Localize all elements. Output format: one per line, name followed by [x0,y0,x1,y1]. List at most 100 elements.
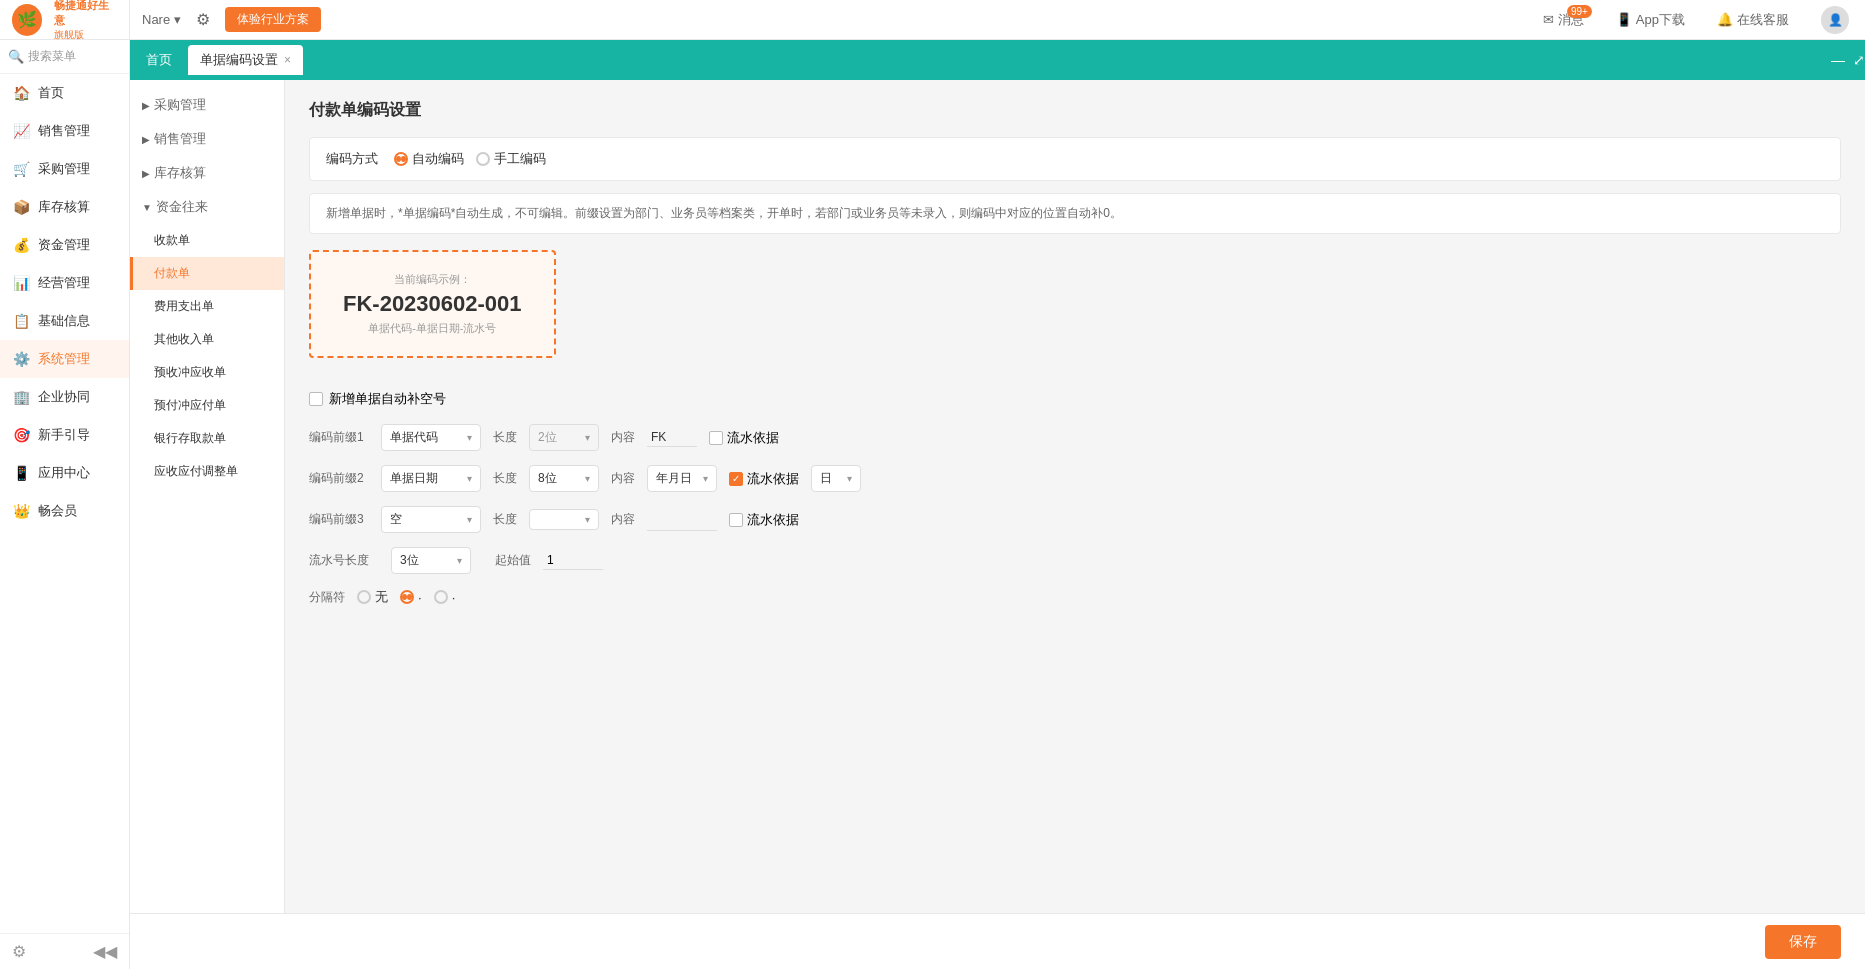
manual-code-radio[interactable]: 手工编码 [476,150,546,168]
tab-minimize-icon[interactable]: — [1831,52,1845,68]
sub-menu: ▶ 采购管理 ▶ 销售管理 ▶ 库存核算 [130,80,285,913]
sidebar-nav: 🏠 首页 📈 销售管理 🛒 采购管理 📦 库存核算 💰 资金管理 [0,74,129,933]
sidebar-item-inventory[interactable]: 📦 库存核算 [0,188,129,226]
search-icon: 🔍 [8,49,24,64]
sub-menu-item-yuchong-yingshou[interactable]: 预收冲应收单 [130,356,284,389]
settings-icon[interactable]: ⚙ [189,6,217,34]
operation-icon: 📊 [12,274,30,292]
apps-icon: 📱 [12,464,30,482]
config-row-prefix2: 编码前缀2 单据日期 ▾ 长度 8位 ▾ 内容 [309,465,1841,492]
prefix3-select[interactable]: 空 ▾ [381,506,481,533]
sidebar-item-purchase[interactable]: 🛒 采购管理 [0,150,129,188]
start-val-input[interactable] [543,551,603,570]
sidebar-item-enterprise[interactable]: 🏢 企业协同 [0,378,129,416]
auto-code-radio-icon [394,152,408,166]
sub-menu-item-feiyong[interactable]: 费用支出单 [130,290,284,323]
content1-label: 内容 [611,429,635,446]
sidebar-item-system[interactable]: ⚙️ 系统管理 [0,340,129,378]
online-service-button[interactable]: 🔔 在线客服 [1717,11,1789,29]
sep-none-radio[interactable]: 无 [357,588,388,606]
length1-dropdown-icon: ▾ [585,432,590,443]
sub-menu-item-yinhang[interactable]: 银行存取款单 [130,422,284,455]
length1-select[interactable]: 2位 ▾ [529,424,599,451]
download-icon: 📱 [1616,12,1632,27]
sep-dot-icon [400,590,414,604]
company-dropdown[interactable]: Nare ▾ [142,12,181,27]
serial-length-select[interactable]: 3位 ▾ [391,547,471,574]
app-download-button[interactable]: 📱 App下载 [1616,11,1685,29]
tab-home[interactable]: 首页 [130,45,188,75]
sidebar-collapse-button[interactable]: ◀◀ [93,942,117,961]
sidebar-item-guide[interactable]: 🎯 新手引导 [0,416,129,454]
serial-row: 流水号长度 3位 ▾ 起始值 [309,547,1841,574]
sidebar-item-apps[interactable]: 📱 应用中心 [0,454,129,492]
stream2-unit-select[interactable]: 日 ▾ [811,465,861,492]
sub-menu-group-sales-title[interactable]: ▶ 销售管理 [130,122,284,156]
preview-desc: 单据代码-单据日期-流水号 [368,321,496,336]
sub-menu-group-funds-title[interactable]: ▼ 资金往来 [130,190,284,224]
sidebar-item-member[interactable]: 👑 畅会员 [0,492,129,530]
content3-label: 内容 [611,511,635,528]
trial-button[interactable]: 体验行业方案 [225,7,321,32]
sub-menu-item-yuchong-yingfu[interactable]: 预付冲应付单 [130,389,284,422]
sub-menu-item-yingshou-tiaozheng[interactable]: 应收应付调整单 [130,455,284,488]
sidebar-settings-button[interactable]: ⚙ [12,942,26,961]
stream2-checkbox[interactable]: ✓ [729,472,743,486]
bottom-action-bar: 保存 [130,913,1865,969]
sub-menu-item-qita[interactable]: 其他收入单 [130,323,284,356]
tab-maximize-icon[interactable]: ⤢ [1853,52,1865,68]
tab-bar: 首页 单据编码设置 × — ⤢ [130,40,1865,80]
prefix1-select[interactable]: 单据代码 ▾ [381,424,481,451]
prefix1-label: 编码前缀1 [309,429,369,446]
sub-menu-group-funds: ▼ 资金往来 收款单 付款单 费用支出单 其他收入单 预收冲应收单 预付冲应付单… [130,190,284,488]
content3-input-area [647,509,717,531]
auto-fill-checkbox[interactable] [309,392,323,406]
sub-menu-group-purchase-title[interactable]: ▶ 采购管理 [130,88,284,122]
stream2-label: 流水依据 [747,470,799,488]
chevron-right-icon: ▶ [142,100,150,111]
prefix3-dropdown-icon: ▾ [467,514,472,525]
length3-label: 长度 [493,511,517,528]
sub-menu-item-shoukuan[interactable]: 收款单 [130,224,284,257]
content2-select[interactable]: 年月日 ▾ [647,465,717,492]
start-val-label: 起始值 [495,552,531,569]
sidebar-item-basic[interactable]: 📋 基础信息 [0,302,129,340]
content1-input[interactable] [647,428,697,447]
stream1-checkbox[interactable] [709,431,723,445]
sidebar-item-home[interactable]: 🏠 首页 [0,74,129,112]
tab-document-code[interactable]: 单据编码设置 × [188,45,303,75]
sep-none-icon [357,590,371,604]
sidebar-item-finance[interactable]: 💰 资金管理 [0,226,129,264]
sep-dash-radio[interactable]: · [434,590,456,605]
guide-icon: 🎯 [12,426,30,444]
stream1-checkbox-group: 流水依据 [709,429,779,447]
purchase-icon: 🛒 [12,160,30,178]
auto-fill-row: 新增单据自动补空号 [309,390,1841,408]
length1-label: 长度 [493,429,517,446]
main-content: 付款单编码设置 编码方式 自动编码 手工编码 [285,80,1865,913]
coding-type-bar: 编码方式 自动编码 手工编码 [309,137,1841,181]
content2-dropdown-icon: ▾ [703,473,708,484]
sep-dot-radio[interactable]: · [400,590,422,605]
separator-label: 分隔符 [309,589,345,606]
prefix2-select[interactable]: 单据日期 ▾ [381,465,481,492]
tab-close-icon[interactable]: × [284,53,291,67]
stream3-checkbox[interactable] [729,513,743,527]
message-button[interactable]: ✉ 消息 99+ [1543,11,1584,29]
auto-code-radio[interactable]: 自动编码 [394,150,464,168]
user-avatar[interactable]: 👤 [1821,6,1849,34]
sub-menu-item-fukuan[interactable]: 付款单 [130,257,284,290]
sidebar-item-operation[interactable]: 📊 经营管理 [0,264,129,302]
sub-menu-group-inventory-title[interactable]: ▶ 库存核算 [130,156,284,190]
page-title: 付款单编码设置 [309,100,1841,121]
length3-select[interactable]: ▾ [529,509,599,530]
app-header: 🌿 畅捷通好生意 旗舰版 Nare ▾ ⚙ 体验行业方案 ✉ 消息 99+ 📱 [0,0,1865,40]
config-section: 编码前缀1 单据代码 ▾ 长度 2位 ▾ 内容 [309,424,1841,606]
length2-select[interactable]: 8位 ▾ [529,465,599,492]
logo-icon: 🌿 [12,4,42,36]
sidebar-item-sales[interactable]: 📈 销售管理 [0,112,129,150]
save-button[interactable]: 保存 [1765,925,1841,959]
stream1-label: 流水依据 [727,429,779,447]
sep-dash-icon [434,590,448,604]
search-menu-button[interactable]: 🔍 搜索菜单 [0,40,129,74]
